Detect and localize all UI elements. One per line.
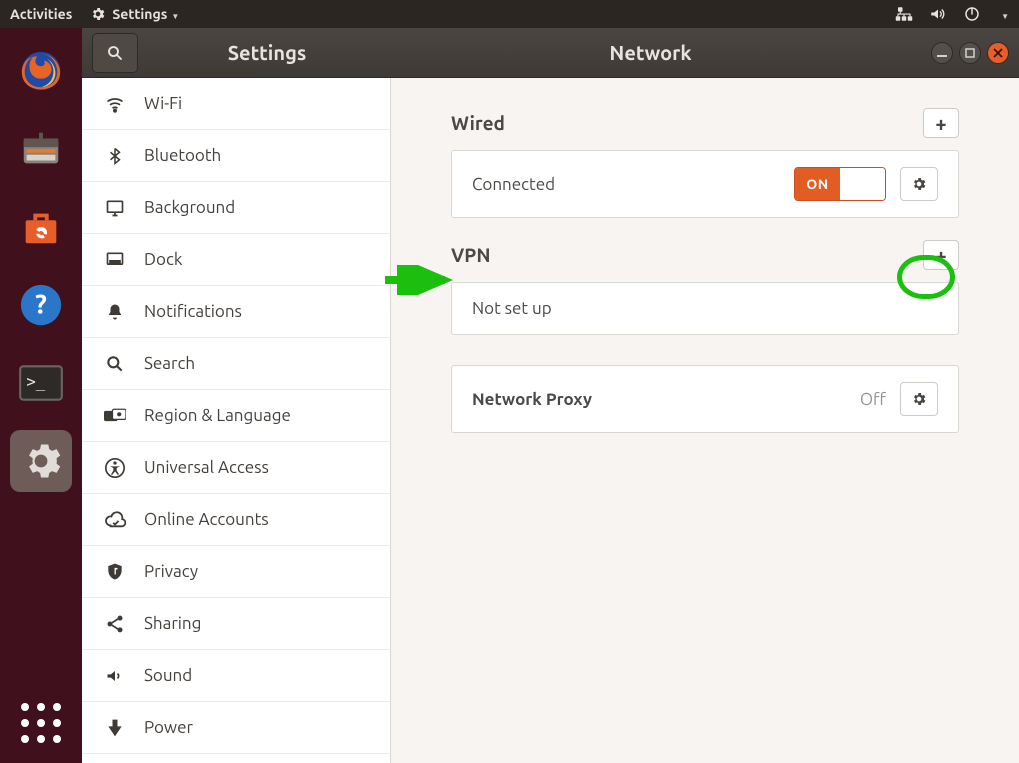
share-icon (104, 614, 126, 634)
network-pane: Wired + Connected ON VPN + Not set up (391, 78, 1019, 763)
sidebar-item-power[interactable]: Power (82, 702, 390, 754)
access-icon (104, 458, 126, 478)
sidebar-item-label: Bluetooth (144, 146, 221, 165)
vpn-status-row: Not set up (451, 282, 959, 335)
dock-icon (104, 250, 126, 270)
sidebar-item-label: Wi-Fi (144, 94, 182, 113)
power-icon (104, 718, 126, 738)
dock-files[interactable] (10, 118, 72, 180)
sidebar-item-label: Background (144, 198, 235, 217)
wired-status: Connected (472, 175, 555, 194)
sidebar-item-label: Power (144, 718, 193, 737)
sidebar-item-online-accounts[interactable]: Online Accounts (82, 494, 390, 546)
sidebar-item-universal-access[interactable]: Universal Access (82, 442, 390, 494)
vpn-status: Not set up (472, 299, 552, 318)
add-vpn-button[interactable]: + (923, 240, 959, 270)
sidebar-item-label: Search (144, 354, 195, 373)
sidebar-item-sound[interactable]: Sound (82, 650, 390, 702)
privacy-icon (104, 562, 126, 582)
cloud-icon (104, 511, 126, 529)
ubuntu-dock: ? >_ (0, 28, 82, 763)
sidebar-item-label: Sound (144, 666, 192, 685)
sound-icon (104, 666, 126, 686)
wired-settings-button[interactable] (900, 167, 938, 201)
sidebar-item-label: Privacy (144, 562, 198, 581)
bluetooth-icon (104, 146, 126, 166)
network-indicator-icon[interactable] (895, 5, 913, 23)
vpn-section-title: VPN (451, 244, 491, 266)
sidebar-item-privacy[interactable]: Privacy (82, 546, 390, 598)
app-menu-label: Settings (112, 6, 179, 22)
sidebar-item-label: Region & Language (144, 406, 291, 425)
dock-terminal[interactable]: >_ (10, 352, 72, 414)
wired-toggle-on-label: ON (795, 168, 840, 200)
search-icon (104, 354, 126, 374)
dock-software[interactable] (10, 196, 72, 258)
settings-sidebar: Wi-Fi Bluetooth Background Dock Notification… (82, 78, 391, 763)
sidebar-title: Settings (137, 41, 397, 64)
wired-section-title: Wired (451, 112, 505, 134)
settings-window: Settings Network Wi-Fi Bluetooth Backgroun… (82, 28, 1019, 763)
activities-button[interactable]: Activities (10, 6, 72, 22)
sidebar-item-label: Notifications (144, 302, 242, 321)
window-maximize-button[interactable] (959, 42, 981, 64)
sidebar-item-label: Online Accounts (144, 510, 269, 529)
svg-text:?: ? (35, 290, 47, 320)
network-proxy-label: Network Proxy (472, 390, 592, 409)
network-proxy-settings-button[interactable] (900, 382, 938, 416)
sidebar-item-background[interactable]: Background (82, 182, 390, 234)
gnome-top-panel: Activities Settings (0, 0, 1019, 28)
dock-help[interactable]: ? (10, 274, 72, 336)
add-wired-button[interactable]: + (923, 108, 959, 138)
sidebar-item-sharing[interactable]: Sharing (82, 598, 390, 650)
sidebar-item-region-language[interactable]: Region & Language (82, 390, 390, 442)
show-applications-button[interactable] (21, 703, 61, 743)
network-proxy-status: Off (860, 390, 886, 409)
power-indicator-icon[interactable] (963, 5, 981, 23)
region-icon (104, 408, 126, 424)
window-minimize-button[interactable] (931, 42, 953, 64)
sidebar-search-button[interactable] (92, 33, 138, 73)
wired-toggle[interactable]: ON (794, 167, 886, 201)
sidebar-item-label: Dock (144, 250, 182, 269)
window-close-button[interactable] (987, 42, 1009, 64)
sidebar-item-dock[interactable]: Dock (82, 234, 390, 286)
sidebar-item-wi-fi[interactable]: Wi-Fi (82, 78, 390, 130)
svg-text:>_: >_ (26, 373, 45, 391)
sidebar-item-label: Universal Access (144, 458, 269, 477)
dock-firefox[interactable] (10, 40, 72, 102)
gear-icon (90, 6, 106, 22)
sidebar-item-bluetooth[interactable]: Bluetooth (82, 130, 390, 182)
bell-icon (104, 302, 126, 322)
system-menu-arrow-icon[interactable] (997, 6, 1009, 22)
sidebar-item-notifications[interactable]: Notifications (82, 286, 390, 338)
wifi-icon (104, 94, 126, 114)
wired-connection-row: Connected ON (451, 150, 959, 218)
sidebar-item-search[interactable]: Search (82, 338, 390, 390)
pane-title: Network (282, 41, 1019, 64)
dock-settings[interactable] (10, 430, 72, 492)
volume-indicator-icon[interactable] (929, 5, 947, 23)
network-proxy-row[interactable]: Network Proxy Off (451, 365, 959, 433)
app-menu-settings[interactable]: Settings (90, 6, 179, 22)
sidebar-item-label: Sharing (144, 614, 201, 633)
window-titlebar: Settings Network (82, 28, 1019, 78)
monitor-icon (104, 198, 126, 218)
